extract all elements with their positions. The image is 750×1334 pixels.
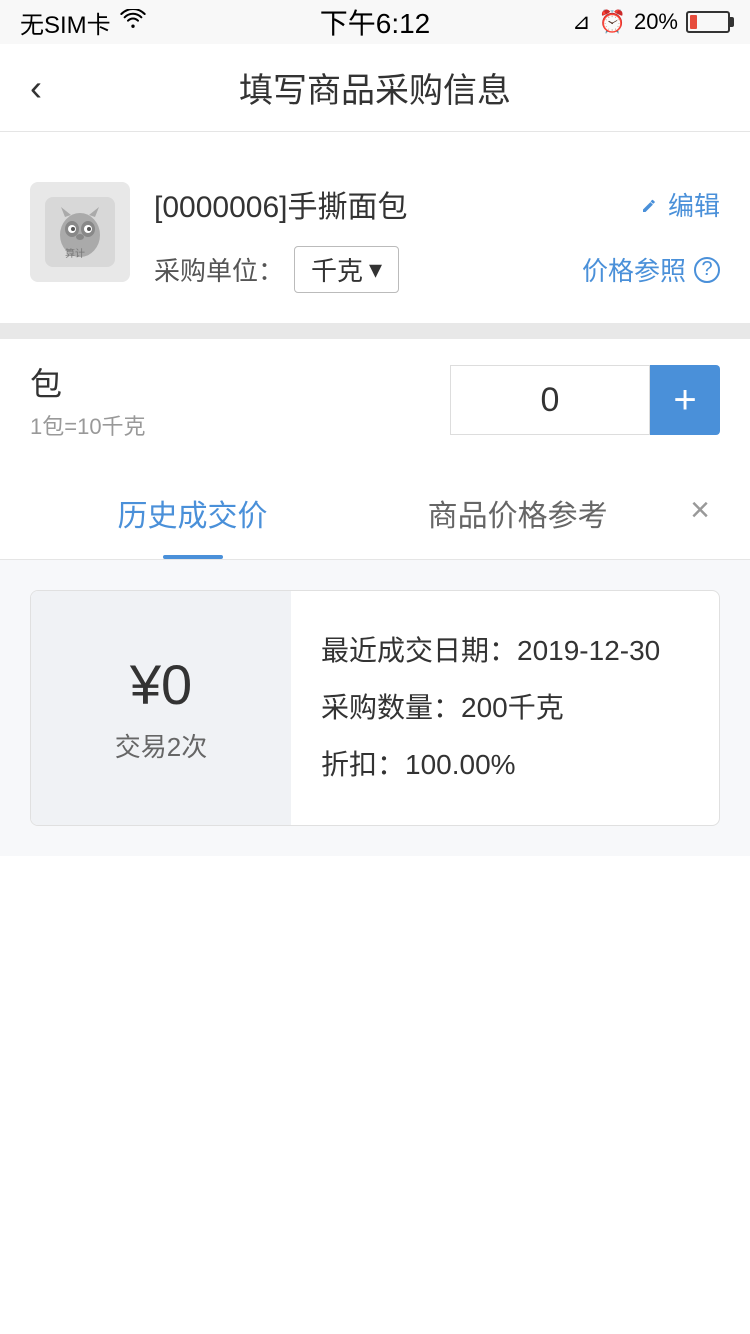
divider <box>0 323 750 339</box>
price-card-left: ¥0 交易2次 <box>31 591 291 825</box>
tabs-header: 历史成交价 商品价格参考 × <box>0 461 750 560</box>
wifi-icon <box>119 8 147 36</box>
price-card: ¥0 交易2次 最近成交日期：2019-12-30 采购数量：200千克 折扣：… <box>30 590 720 826</box>
tabs-section: 历史成交价 商品价格参考 × ¥0 交易2次 最近成交日期：20 <box>0 461 750 856</box>
product-info: [0000006]手撕面包 编辑 采购单位： 千克 ▾ 价格 <box>154 182 720 293</box>
price-amount: ¥0 <box>130 652 192 717</box>
price-ref-help-icon: ? <box>694 257 720 283</box>
price-card-right: 最近成交日期：2019-12-30 采购数量：200千克 折扣：100.00% <box>291 591 719 825</box>
tabs-close-button[interactable]: × <box>680 491 720 530</box>
purchase-qty-row: 采购数量：200千克 <box>321 688 689 727</box>
amount-value: 0 <box>161 653 192 716</box>
quantity-input-group: + <box>450 365 720 435</box>
quantity-conversion: 1包=10千克 <box>30 409 146 441</box>
discount-row: 折扣：100.00% <box>321 745 689 784</box>
quantity-row: 包 1包=10千克 + <box>0 339 750 461</box>
price-ref-button[interactable]: 价格参照 ? <box>582 251 720 288</box>
status-right: ⊿ ⏰ 20% <box>572 9 730 35</box>
price-ref-label: 价格参照 <box>582 251 686 288</box>
recent-date-row: 最近成交日期：2019-12-30 <box>321 631 689 670</box>
battery-percent: 20% <box>634 9 678 35</box>
currency-symbol: ¥ <box>130 653 161 716</box>
quantity-plus-button[interactable]: + <box>650 365 720 435</box>
quantity-input[interactable] <box>450 365 650 435</box>
product-header: [0000006]手撕面包 编辑 <box>154 182 720 226</box>
alarm-icon: ⏰ <box>599 9 626 35</box>
battery-icon <box>686 11 730 33</box>
page-title: 填写商品采购信息 <box>239 63 511 112</box>
history-content: ¥0 交易2次 最近成交日期：2019-12-30 采购数量：200千克 折扣：… <box>0 560 750 856</box>
product-thumbnail: 算计 <box>30 182 130 282</box>
nav-bar: ‹ 填写商品采购信息 <box>0 44 750 132</box>
location-icon: ⊿ <box>572 9 590 35</box>
unit-selector[interactable]: 千克 ▾ <box>294 246 399 293</box>
dropdown-arrow-icon: ▾ <box>369 254 382 285</box>
page: 无SIM卡 下午6:12 ⊿ ⏰ 20% ‹ 填写商 <box>0 0 750 1334</box>
quantity-unit: 包 <box>30 359 62 405</box>
back-button[interactable]: ‹ <box>30 67 42 109</box>
unit-label: 采购单位： <box>154 251 284 288</box>
edit-button[interactable]: 编辑 <box>640 186 720 223</box>
svg-text:算计: 算计 <box>65 247 85 260</box>
tab-history-price[interactable]: 历史成交价 <box>30 461 355 559</box>
product-card: 算计 [0000006]手撕面包 编辑 采购单位： 千克 ▾ <box>0 152 750 323</box>
product-meta: 采购单位： 千克 ▾ 价格参照 ? <box>154 246 720 293</box>
trade-count: 交易2次 <box>115 727 207 764</box>
quantity-label: 包 1包=10千克 <box>30 359 146 441</box>
status-bar: 无SIM卡 下午6:12 ⊿ ⏰ 20% <box>0 0 750 44</box>
status-time: 下午6:12 <box>320 2 431 42</box>
tab-price-ref[interactable]: 商品价格参考 <box>355 461 680 559</box>
unit-value: 千克 <box>311 251 363 288</box>
carrier-text: 无SIM卡 <box>20 5 111 40</box>
product-name: [0000006]手撕面包 <box>154 182 407 226</box>
status-left: 无SIM卡 <box>20 5 147 40</box>
purchase-unit: 采购单位： 千克 ▾ <box>154 246 399 293</box>
